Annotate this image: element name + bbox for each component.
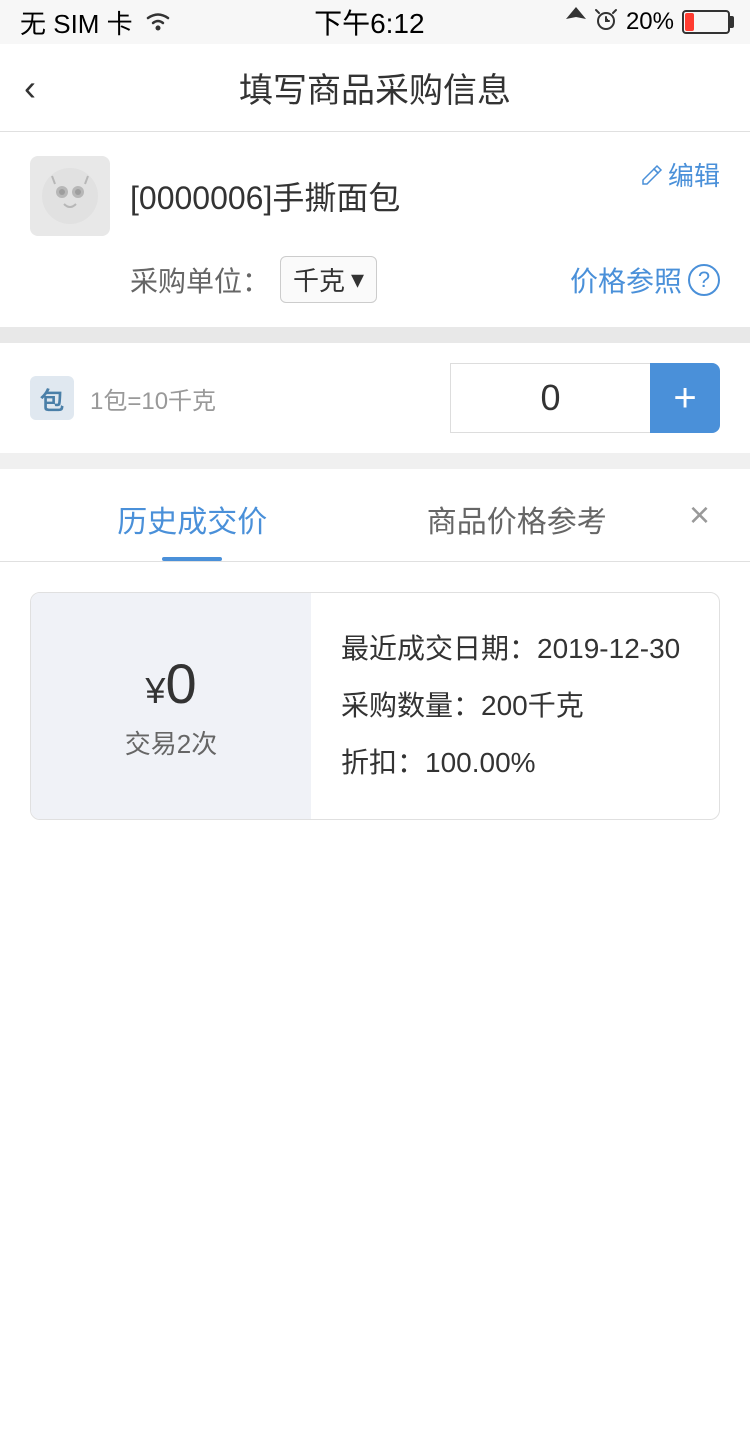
price-detail-discount: 折扣：100.00% xyxy=(341,743,689,782)
status-time: 下午6:12 xyxy=(314,2,425,42)
tab-close-button[interactable]: × xyxy=(679,484,720,546)
unit-select[interactable]: 千克 ▾ xyxy=(280,256,377,303)
nav-bar: ‹ 填写商品采购信息 xyxy=(0,44,750,132)
price-subtitle: 交易2次 xyxy=(125,724,217,761)
unit-label: 采购单位： xyxy=(130,260,270,300)
status-bar: 无 SIM 卡 下午6:12 20% xyxy=(0,0,750,44)
tab-section: 历史成交价 商品价格参考 × ¥0 交易2次 最近成交日期：2019-12-30… xyxy=(0,469,750,850)
tab-history-price[interactable]: 历史成交价 xyxy=(30,469,354,561)
price-ref-button[interactable]: 价格参照 ? xyxy=(570,260,720,300)
product-header: [0000006]手撕面包 编辑 xyxy=(30,156,720,236)
price-ref-label: 价格参照 xyxy=(570,260,682,300)
wifi-icon xyxy=(143,7,173,38)
price-card: ¥0 交易2次 最近成交日期：2019-12-30 采购数量：200千克 折扣：… xyxy=(30,592,720,820)
qty-unit-badge: 包 xyxy=(30,376,74,420)
product-logo-icon xyxy=(40,166,100,226)
price-detail-date: 最近成交日期：2019-12-30 xyxy=(341,629,689,668)
unit-value: 千克 xyxy=(293,261,345,298)
product-unit-row: 采购单位： 千克 ▾ 价格参照 ? xyxy=(130,256,720,303)
dropdown-arrow-icon: ▾ xyxy=(351,264,364,295)
product-thumbnail xyxy=(30,156,110,236)
alarm-icon xyxy=(594,7,618,38)
qty-plus-button[interactable]: + xyxy=(650,363,720,433)
tab-price-reference[interactable]: 商品价格参考 xyxy=(354,469,678,561)
product-section: [0000006]手撕面包 编辑 采购单位： 千克 ▾ 价格参照 ? xyxy=(0,132,750,327)
location-icon xyxy=(566,7,586,38)
price-left-panel: ¥0 交易2次 xyxy=(31,593,311,819)
qty-conversion: 1包=10千克 xyxy=(90,381,216,416)
tab-header: 历史成交价 商品价格参考 × xyxy=(0,469,750,562)
price-yen-symbol: ¥ xyxy=(145,670,165,711)
help-icon: ? xyxy=(688,264,720,296)
product-name: [0000006]手撕面包 xyxy=(130,173,400,219)
quantity-input[interactable] xyxy=(450,363,650,433)
page-title: 填写商品采购信息 xyxy=(239,63,511,112)
carrier-text: 无 SIM 卡 xyxy=(20,4,133,41)
price-value: 0 xyxy=(165,652,196,715)
price-detail-quantity: 采购数量：200千克 xyxy=(341,686,689,725)
back-button[interactable]: ‹ xyxy=(24,67,36,109)
section-divider xyxy=(0,327,750,343)
tab-content: ¥0 交易2次 最近成交日期：2019-12-30 采购数量：200千克 折扣：… xyxy=(0,562,750,850)
status-left: 无 SIM 卡 xyxy=(20,4,173,41)
battery-icon xyxy=(682,10,730,34)
quantity-section: 包 1包=10千克 + xyxy=(0,343,750,453)
qty-left: 包 1包=10千克 xyxy=(30,376,216,420)
battery-percent: 20% xyxy=(626,8,674,36)
edit-icon xyxy=(640,163,664,187)
qty-input-group: + xyxy=(450,363,720,433)
bottom-background xyxy=(0,850,750,1450)
status-right: 20% xyxy=(566,7,730,38)
price-right-panel: 最近成交日期：2019-12-30 采购数量：200千克 折扣：100.00% xyxy=(311,593,719,819)
product-left: [0000006]手撕面包 xyxy=(30,156,400,236)
edit-button[interactable]: 编辑 xyxy=(640,156,720,193)
price-amount: ¥0 xyxy=(145,651,196,716)
